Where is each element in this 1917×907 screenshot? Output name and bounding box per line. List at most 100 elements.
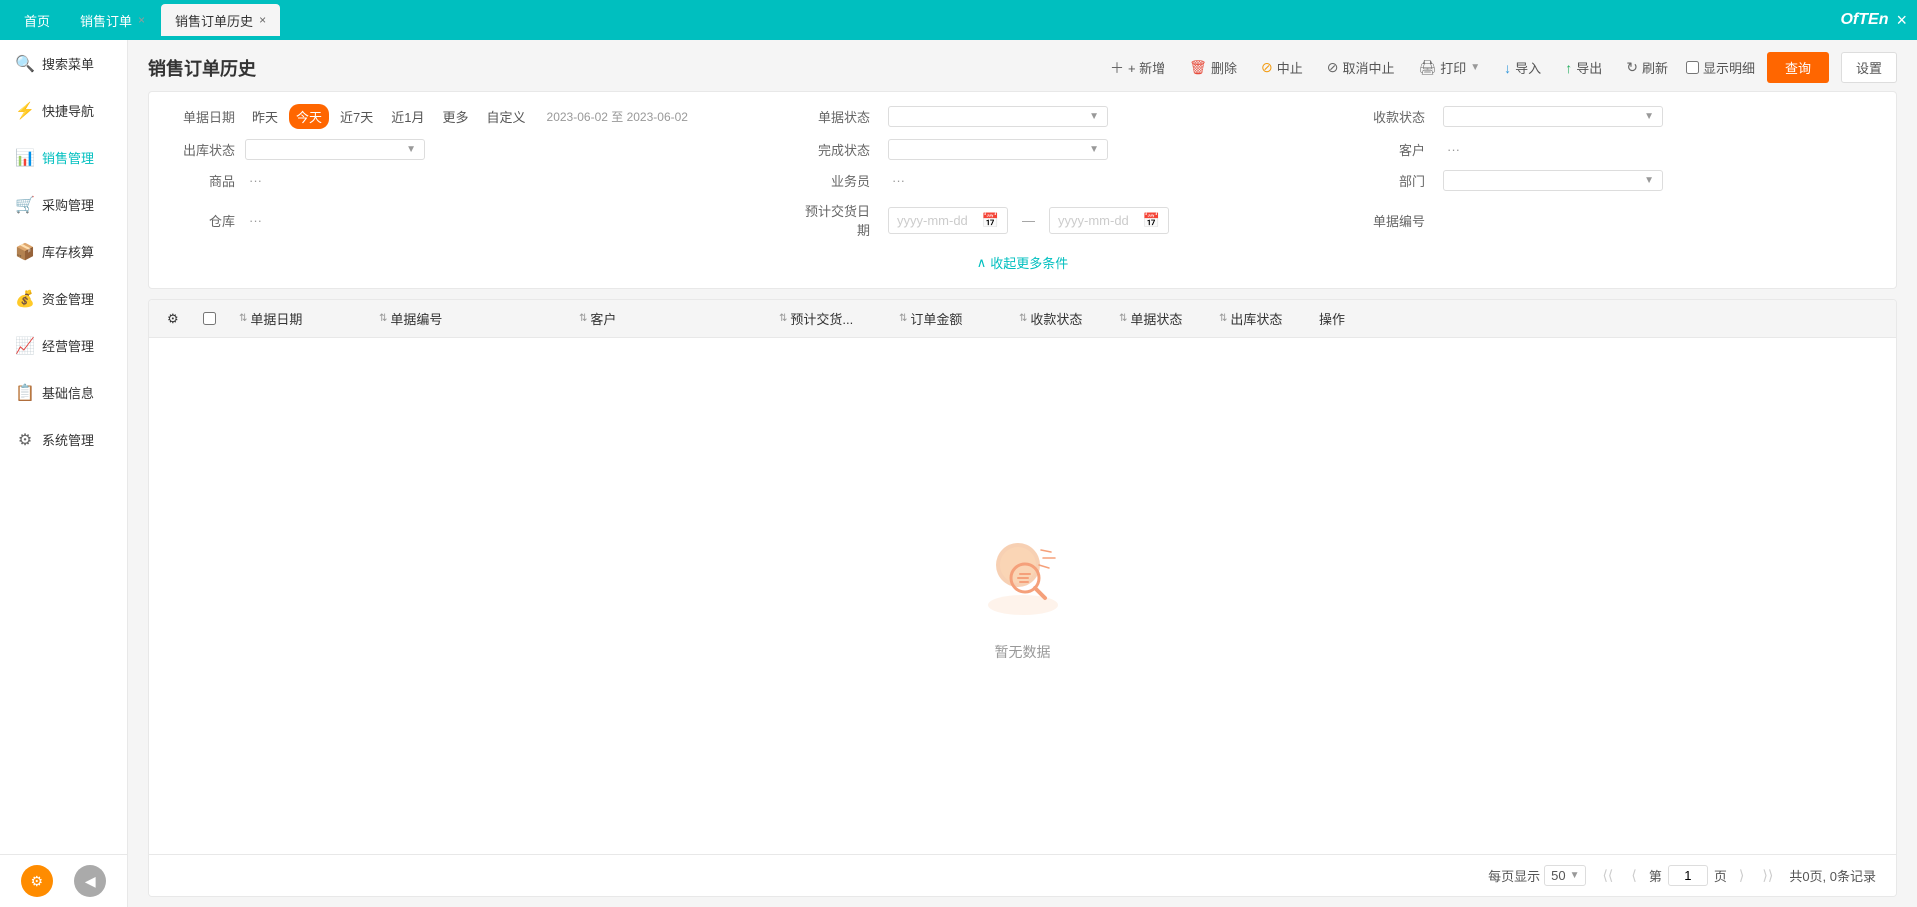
date-btn-more[interactable]: 更多	[436, 104, 476, 129]
sidebar-item-quick-nav[interactable]: ⚡ 快捷导航	[0, 87, 127, 134]
page-title: 销售订单历史	[148, 55, 256, 81]
page-size-value: 50	[1551, 868, 1565, 883]
delivery-date-to-text: yyyy-mm-dd	[1058, 213, 1129, 228]
tab-sales-order[interactable]: 销售订单 ×	[66, 4, 159, 36]
export-button[interactable]: ↑ 导出	[1559, 54, 1608, 81]
calendar-to-icon[interactable]: 📅	[1143, 212, 1160, 229]
order-status-select[interactable]: ▼	[888, 106, 1108, 127]
sidebar-item-search-menu[interactable]: 🔍 搜索菜单	[0, 40, 127, 87]
main-layout: 🔍 搜索菜单 ⚡ 快捷导航 📊 销售管理 🛒 采购管理 📦 库存核算 💰 资金管…	[0, 40, 1917, 907]
tab-sales-history[interactable]: 销售订单历史 ×	[161, 4, 280, 36]
sidebar-item-system-label: 系统管理	[42, 430, 94, 449]
next-page-btn[interactable]: ⟩	[1733, 865, 1750, 886]
page-label: 第	[1649, 866, 1662, 885]
tab-sales-history-label: 销售订单历史	[175, 11, 253, 30]
sort-customer-icon: ⇅	[579, 313, 587, 324]
out-status-select[interactable]: ▼	[245, 139, 425, 160]
page-size-dropdown[interactable]: 50 ▼	[1544, 865, 1586, 886]
filter-row-date: 单据日期 昨天 今天 近7天 近1月 更多 自定义 2023-06-02 至 2…	[165, 104, 1880, 129]
new-button[interactable]: ＋ + 新增	[1104, 54, 1171, 82]
import-button[interactable]: ↓ 导入	[1498, 54, 1547, 81]
select-all-checkbox[interactable]	[203, 312, 216, 325]
sidebar-item-system[interactable]: ⚙ 系统管理	[0, 416, 127, 463]
last-page-btn[interactable]: ⟩⟩	[1756, 865, 1779, 886]
col-customer-header[interactable]: ⇅ 客户	[571, 309, 771, 328]
window-close-btn[interactable]: ×	[1896, 10, 1907, 31]
collapse-row: ∧ 收起更多条件	[165, 249, 1880, 276]
customer-dots[interactable]: ···	[1443, 142, 1464, 157]
sidebar-item-inventory[interactable]: 📦 库存核算	[0, 228, 127, 275]
sidebar-item-operations[interactable]: 📈 经营管理	[0, 322, 127, 369]
col-settings[interactable]: ⚙	[159, 311, 195, 327]
date-btn-yesterday[interactable]: 昨天	[245, 104, 285, 129]
display-detail-toggle[interactable]: 显示明细	[1686, 58, 1755, 77]
delivery-date-from-input[interactable]: yyyy-mm-dd 📅	[888, 207, 1008, 234]
sidebar-item-search-menu-label: 搜索菜单	[42, 54, 94, 73]
stop-icon: ⊘	[1261, 59, 1273, 76]
refresh-button[interactable]: ↻ 刷新	[1620, 54, 1674, 81]
sales-rep-dots[interactable]: ···	[888, 173, 909, 188]
query-button[interactable]: 查询	[1767, 52, 1829, 83]
delete-button[interactable]: 🗑 删除	[1183, 54, 1243, 81]
customer-label: 客户	[1355, 140, 1435, 159]
col-customer-label: 客户	[590, 309, 616, 328]
col-order-status-header[interactable]: ⇅ 单据状态	[1111, 309, 1211, 328]
toolbar: ＋ + 新增 🗑 删除 ⊘ 中止 ⊘ 取消中止 🖨 打印	[1104, 52, 1897, 83]
complete-status-select[interactable]: ▼	[888, 139, 1108, 160]
order-status-arrow-icon: ▼	[1089, 111, 1099, 122]
date-btn-custom[interactable]: 自定义	[480, 104, 533, 129]
product-dots[interactable]: ···	[245, 173, 266, 188]
collapse-up-icon: ∧	[977, 255, 987, 271]
capital-icon: 💰	[16, 290, 34, 308]
col-amount-header[interactable]: ⇅ 订单金额	[891, 309, 1011, 328]
sidebar-item-capital[interactable]: 💰 资金管理	[0, 275, 127, 322]
print-button[interactable]: 🖨 打印 ▼	[1412, 54, 1486, 81]
col-order-no-header[interactable]: ⇅ 单据编号	[371, 309, 571, 328]
col-out-status-header[interactable]: ⇅ 出库状态	[1211, 309, 1311, 328]
first-page-btn[interactable]: ⟨⟨	[1596, 865, 1619, 886]
tab-sales-order-close[interactable]: ×	[138, 13, 145, 27]
display-detail-checkbox[interactable]	[1686, 61, 1699, 74]
department-select[interactable]: ▼	[1443, 170, 1663, 191]
tab-bar: 首页 销售订单 × 销售订单历史 ×	[10, 4, 1840, 36]
col-pay-status-header[interactable]: ⇅ 收款状态	[1011, 309, 1111, 328]
delivery-date-to-input[interactable]: yyyy-mm-dd 📅	[1049, 207, 1169, 234]
sidebar-item-purchase-mgmt[interactable]: 🛒 采购管理	[0, 181, 127, 228]
date-btn-today[interactable]: 今天	[289, 104, 329, 129]
col-checkbox-header[interactable]	[195, 312, 231, 325]
col-date-header[interactable]: ⇅ 单据日期	[231, 309, 371, 328]
print-label: 打印	[1440, 58, 1466, 77]
col-delivery-header[interactable]: ⇅ 预计交货...	[771, 309, 891, 328]
department-arrow-icon: ▼	[1644, 175, 1654, 186]
collapse-button[interactable]: ∧ 收起更多条件	[977, 249, 1069, 276]
tab-home[interactable]: 首页	[10, 4, 64, 36]
sidebar-item-basic-info[interactable]: 📋 基础信息	[0, 369, 127, 416]
page-number-input[interactable]	[1668, 865, 1708, 886]
date-btn-7days[interactable]: 近7天	[333, 104, 380, 129]
calendar-from-icon[interactable]: 📅	[982, 212, 999, 229]
sidebar-item-operations-label: 经营管理	[42, 336, 94, 355]
pay-status-label: 收款状态	[1355, 107, 1435, 126]
date-btn-1month[interactable]: 近1月	[384, 104, 431, 129]
sort-date-icon: ⇅	[239, 313, 247, 324]
content-area: 销售订单历史 ＋ + 新增 🗑 删除 ⊘ 中止 ⊘ 取消中止	[128, 40, 1917, 907]
sales-rep-label: 业务员	[800, 171, 880, 190]
col-date-label: 单据日期	[250, 309, 302, 328]
sidebar-collapse-icon[interactable]: ◀	[74, 865, 106, 897]
stop-button[interactable]: ⊘ 中止	[1255, 54, 1309, 81]
warehouse-dots[interactable]: ···	[245, 213, 266, 228]
table-area: ⚙ ⇅ 单据日期 ⇅ 单据编号 ⇅ 客户 ⇅	[148, 299, 1897, 897]
settings-button[interactable]: 设置	[1841, 52, 1897, 83]
inventory-icon: 📦	[16, 243, 34, 261]
purchase-mgmt-icon: 🛒	[16, 196, 34, 214]
col-operation-label: 操作	[1319, 309, 1345, 328]
sidebar-item-sales-mgmt[interactable]: 📊 销售管理	[0, 134, 127, 181]
filter-row-warehouse: 仓库 ··· 预计交货日期 yyyy-mm-dd 📅 — yyyy-mm-dd …	[165, 201, 1880, 239]
pay-status-select[interactable]: ▼	[1443, 106, 1663, 127]
sort-order-status-icon: ⇅	[1119, 313, 1127, 324]
prev-page-btn[interactable]: ⟨	[1625, 865, 1642, 886]
tab-sales-history-close[interactable]: ×	[259, 13, 266, 27]
cancel-stop-button[interactable]: ⊘ 取消中止	[1321, 54, 1401, 81]
sort-out-status-icon: ⇅	[1219, 313, 1227, 324]
sidebar-settings-icon[interactable]: ⚙	[21, 865, 53, 897]
